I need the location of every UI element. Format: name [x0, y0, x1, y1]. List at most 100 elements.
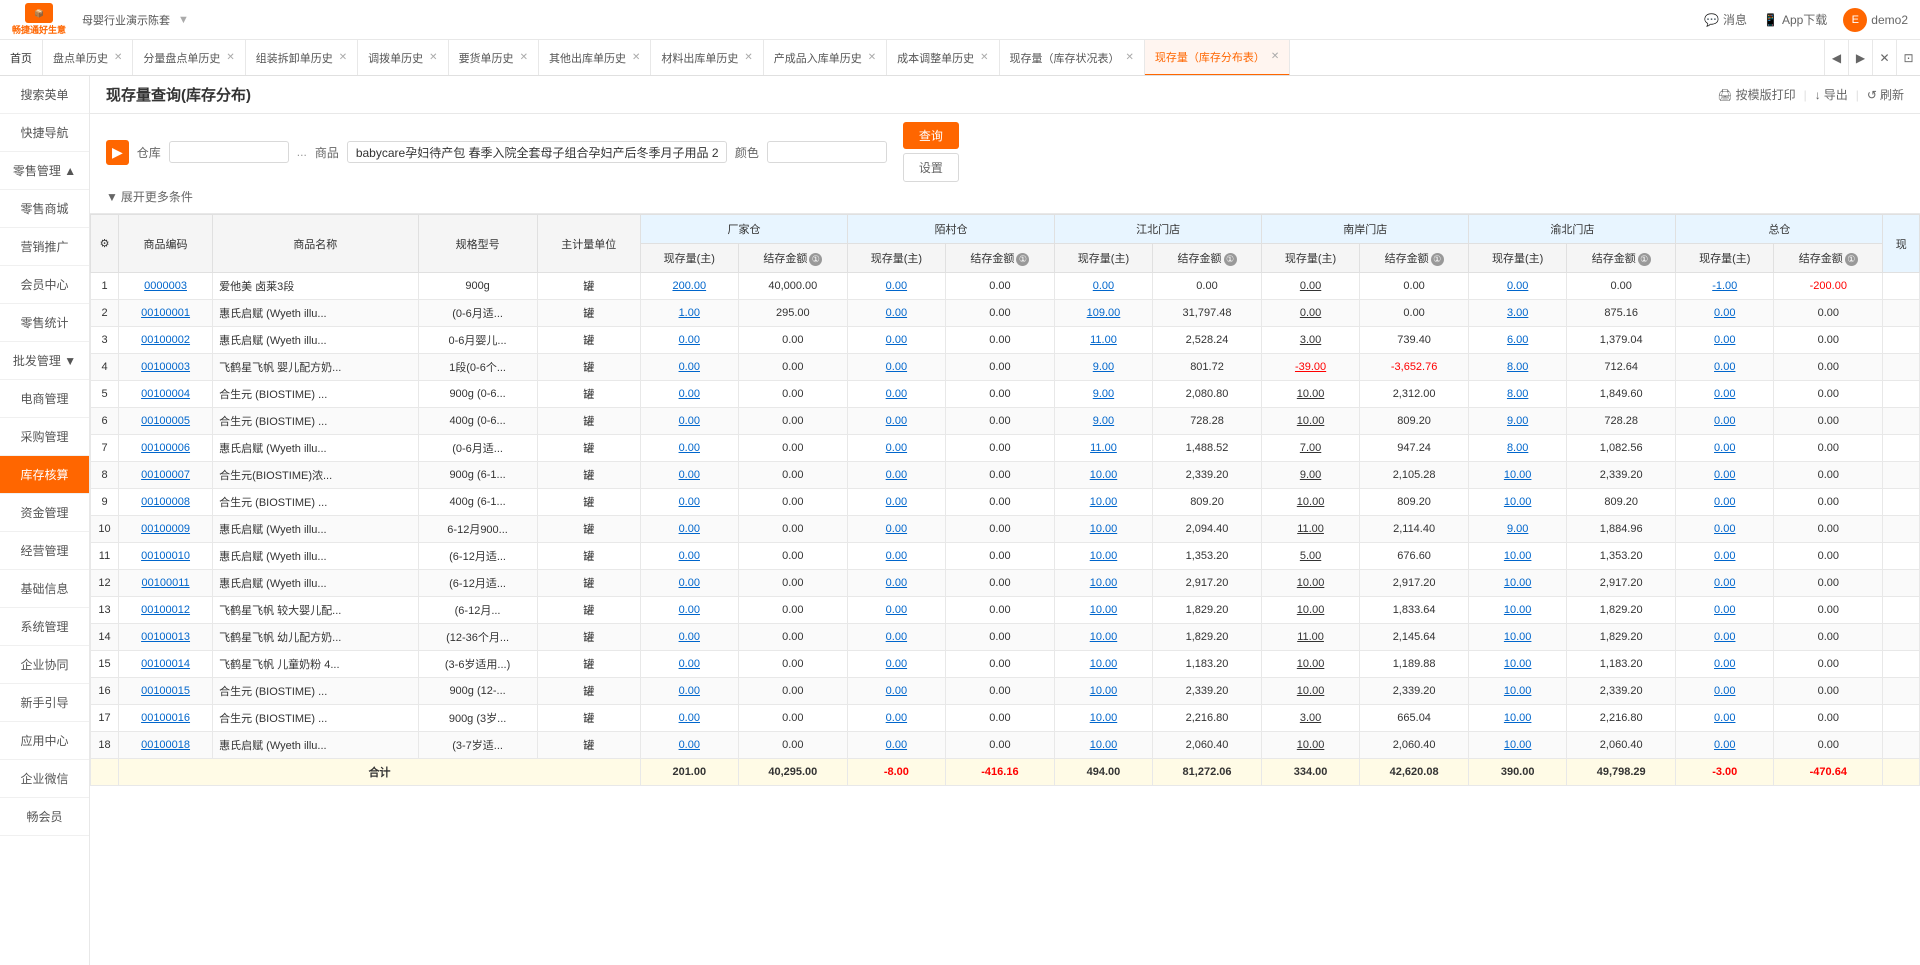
row-c6-qty-8[interactable]: 0.00 — [1676, 489, 1774, 516]
row-c2-qty-14[interactable]: 0.00 — [848, 651, 946, 678]
row-c6-qty-16[interactable]: 0.00 — [1676, 705, 1774, 732]
tab-item-11[interactable]: 现存量（库存分布表）✕ — [1145, 40, 1290, 76]
row-c5-qty-11[interactable]: 10.00 — [1469, 570, 1567, 597]
sidebar-item-8[interactable]: 电商管理 — [0, 380, 89, 418]
sidebar-item-15[interactable]: 企业协同 — [0, 646, 89, 684]
row-code-10[interactable]: 00100010 — [119, 543, 213, 570]
sidebar-item-1[interactable]: 快捷导航 — [0, 114, 89, 152]
row-c6-qty-11[interactable]: 0.00 — [1676, 570, 1774, 597]
tab-close-4[interactable]: ✕ — [429, 52, 437, 63]
row-c4-qty-14[interactable]: 10.00 — [1262, 651, 1360, 678]
filter-toggle-btn[interactable]: ▶ — [106, 140, 129, 165]
tab-expand[interactable]: ⊡ — [1896, 40, 1920, 76]
row-c4-qty-5[interactable]: 10.00 — [1262, 408, 1360, 435]
tab-close-3[interactable]: ✕ — [339, 52, 347, 63]
row-c2-qty-11[interactable]: 0.00 — [848, 570, 946, 597]
row-code-9[interactable]: 00100009 — [119, 516, 213, 543]
row-c3-qty-3[interactable]: 9.00 — [1055, 354, 1153, 381]
row-c3-qty-7[interactable]: 10.00 — [1055, 462, 1153, 489]
row-c2-qty-8[interactable]: 0.00 — [848, 489, 946, 516]
goods-input[interactable] — [347, 141, 727, 163]
row-c5-qty-7[interactable]: 10.00 — [1469, 462, 1567, 489]
user-btn[interactable]: E demo2 — [1843, 8, 1908, 32]
row-c6-qty-15[interactable]: 0.00 — [1676, 678, 1774, 705]
row-c3-qty-13[interactable]: 10.00 — [1055, 624, 1153, 651]
row-c2-qty-13[interactable]: 0.00 — [848, 624, 946, 651]
row-code-6[interactable]: 00100006 — [119, 435, 213, 462]
row-c4-qty-3[interactable]: -39.00 — [1262, 354, 1360, 381]
row-c5-qty-15[interactable]: 10.00 — [1469, 678, 1567, 705]
sidebar-item-11[interactable]: 资金管理 — [0, 494, 89, 532]
sidebar-item-9[interactable]: 采购管理 — [0, 418, 89, 456]
row-c3-qty-10[interactable]: 10.00 — [1055, 543, 1153, 570]
row-c2-qty-5[interactable]: 0.00 — [848, 408, 946, 435]
sidebar-item-6[interactable]: 零售统计 — [0, 304, 89, 342]
row-c6-qty-7[interactable]: 0.00 — [1676, 462, 1774, 489]
row-code-15[interactable]: 00100015 — [119, 678, 213, 705]
row-c4-qty-16[interactable]: 3.00 — [1262, 705, 1360, 732]
row-c3-qty-1[interactable]: 109.00 — [1055, 300, 1153, 327]
tab-item-10[interactable]: 现存量（库存状况表）✕ — [1000, 40, 1145, 76]
row-code-7[interactable]: 00100007 — [119, 462, 213, 489]
row-code-17[interactable]: 00100018 — [119, 732, 213, 759]
tab-close-7[interactable]: ✕ — [744, 52, 752, 63]
row-c1-qty-13[interactable]: 0.00 — [640, 624, 738, 651]
row-c2-qty-17[interactable]: 0.00 — [848, 732, 946, 759]
tab-close-11[interactable]: ✕ — [1271, 51, 1279, 62]
tab-close-2[interactable]: ✕ — [226, 52, 234, 63]
row-c2-qty-3[interactable]: 0.00 — [848, 354, 946, 381]
row-c3-qty-8[interactable]: 10.00 — [1055, 489, 1153, 516]
gear-col-header[interactable]: ⚙ — [91, 215, 119, 273]
tab-item-7[interactable]: 材料出库单历史✕ — [651, 40, 763, 76]
nanan-amt-info[interactable]: ① — [1431, 253, 1444, 266]
row-c6-qty-10[interactable]: 0.00 — [1676, 543, 1774, 570]
row-c3-qty-4[interactable]: 9.00 — [1055, 381, 1153, 408]
jiangbei-amt-info[interactable]: ① — [1224, 253, 1237, 266]
row-c5-qty-9[interactable]: 9.00 — [1469, 516, 1567, 543]
row-c1-qty-0[interactable]: 200.00 — [640, 273, 738, 300]
sidebar-item-19[interactable]: 畅会员 — [0, 798, 89, 836]
row-c5-qty-1[interactable]: 3.00 — [1469, 300, 1567, 327]
row-c4-qty-9[interactable]: 11.00 — [1262, 516, 1360, 543]
row-c2-qty-0[interactable]: 0.00 — [848, 273, 946, 300]
query-btn[interactable]: 查询 — [903, 122, 959, 149]
row-c3-qty-15[interactable]: 10.00 — [1055, 678, 1153, 705]
color-input[interactable] — [767, 141, 887, 163]
sidebar-item-10[interactable]: 库存核算 — [0, 456, 89, 494]
row-code-12[interactable]: 00100012 — [119, 597, 213, 624]
row-c1-qty-15[interactable]: 0.00 — [640, 678, 738, 705]
row-c6-qty-1[interactable]: 0.00 — [1676, 300, 1774, 327]
tab-close-5[interactable]: ✕ — [520, 52, 528, 63]
row-c4-qty-17[interactable]: 10.00 — [1262, 732, 1360, 759]
total-amt-info[interactable]: ① — [1845, 253, 1858, 266]
sidebar-item-2[interactable]: 零售管理 ▲ — [0, 152, 89, 190]
row-c2-qty-16[interactable]: 0.00 — [848, 705, 946, 732]
row-code-13[interactable]: 00100013 — [119, 624, 213, 651]
row-code-8[interactable]: 00100008 — [119, 489, 213, 516]
row-c6-qty-0[interactable]: -1.00 — [1676, 273, 1774, 300]
app-btn[interactable]: 📱 App下载 — [1763, 11, 1827, 28]
row-c2-qty-12[interactable]: 0.00 — [848, 597, 946, 624]
row-c3-qty-17[interactable]: 10.00 — [1055, 732, 1153, 759]
row-c6-qty-14[interactable]: 0.00 — [1676, 651, 1774, 678]
row-c2-qty-10[interactable]: 0.00 — [848, 543, 946, 570]
row-c4-qty-0[interactable]: 0.00 — [1262, 273, 1360, 300]
row-c5-qty-16[interactable]: 10.00 — [1469, 705, 1567, 732]
sidebar-item-4[interactable]: 营销推广 — [0, 228, 89, 266]
row-c6-qty-17[interactable]: 0.00 — [1676, 732, 1774, 759]
row-c4-qty-2[interactable]: 3.00 — [1262, 327, 1360, 354]
sidebar-item-17[interactable]: 应用中心 — [0, 722, 89, 760]
row-c6-qty-13[interactable]: 0.00 — [1676, 624, 1774, 651]
row-c4-qty-8[interactable]: 10.00 — [1262, 489, 1360, 516]
sidebar-item-16[interactable]: 新手引导 — [0, 684, 89, 722]
row-c1-qty-12[interactable]: 0.00 — [640, 597, 738, 624]
row-c5-qty-5[interactable]: 9.00 — [1469, 408, 1567, 435]
row-c1-qty-3[interactable]: 0.00 — [640, 354, 738, 381]
msg-btn[interactable]: 💬 消息 — [1704, 11, 1747, 28]
row-c1-qty-1[interactable]: 1.00 — [640, 300, 738, 327]
row-c1-qty-6[interactable]: 0.00 — [640, 435, 738, 462]
row-code-16[interactable]: 00100016 — [119, 705, 213, 732]
row-c2-qty-9[interactable]: 0.00 — [848, 516, 946, 543]
row-c5-qty-17[interactable]: 10.00 — [1469, 732, 1567, 759]
sidebar-item-7[interactable]: 批发管理 ▼ — [0, 342, 89, 380]
